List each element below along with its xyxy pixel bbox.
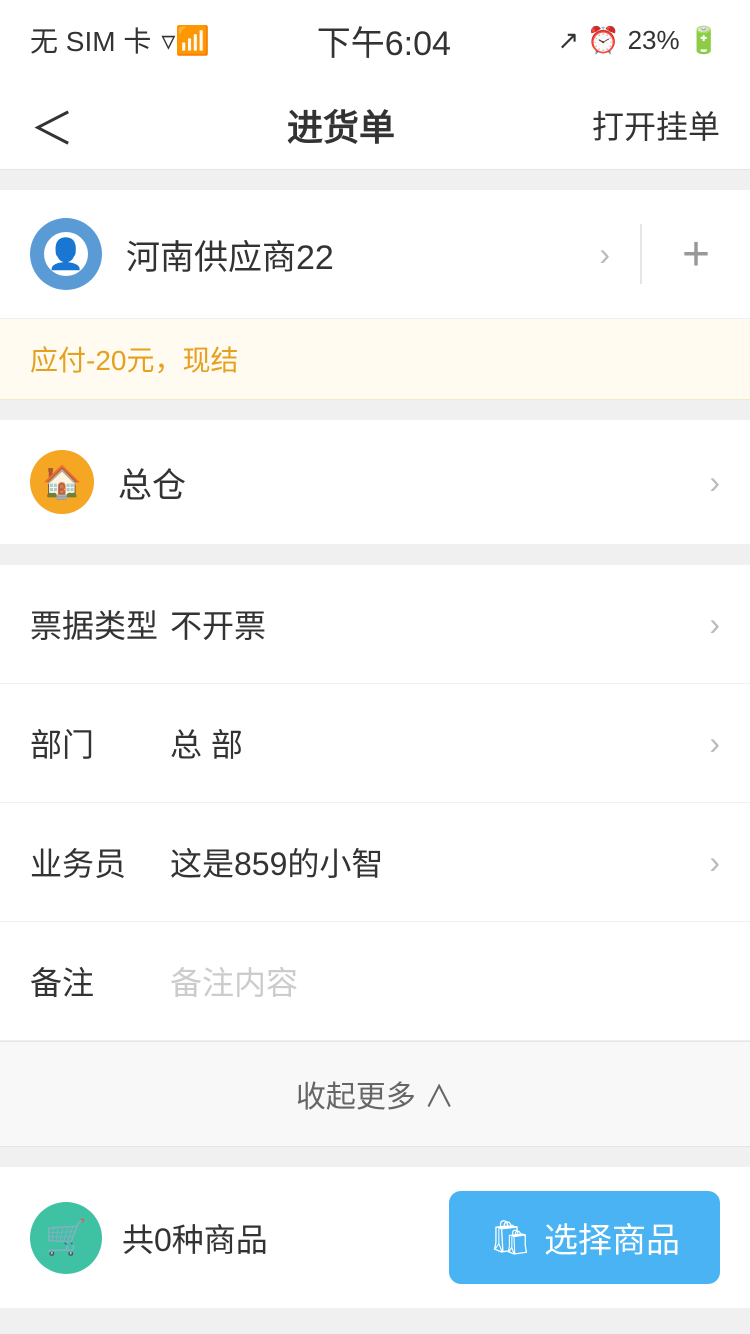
status-right: ↗ ⏰ 23% 🔋 — [557, 25, 720, 56]
notice-text: 应付-20元，现结 — [30, 345, 238, 376]
chevron-right-icon-invoice: › — [709, 606, 720, 643]
back-button[interactable]: ＜ — [30, 93, 90, 157]
carrier-label: 无 SIM 卡 — [30, 20, 151, 60]
notice-banner: 应付-20元，现结 — [0, 319, 750, 400]
invoice-type-label: 票据类型 — [30, 601, 170, 647]
avatar-icon — [44, 232, 88, 276]
remark-row[interactable]: 备注 备注内容 — [0, 922, 750, 1041]
remark-placeholder[interactable]: 备注内容 — [170, 958, 720, 1004]
warehouse-icon: 🏠 — [30, 450, 94, 514]
chevron-right-icon-dept: › — [709, 725, 720, 762]
select-product-label: 选择商品 — [544, 1213, 680, 1262]
product-icon: 🛒 — [30, 1202, 102, 1274]
wifi-icon: ▿📶 — [161, 24, 210, 57]
status-left: 无 SIM 卡 ▿📶 — [30, 20, 210, 60]
supplier-divider — [640, 224, 642, 284]
supplier-row[interactable]: 河南供应商22 › + — [0, 190, 750, 319]
collapse-button[interactable]: 收起更多 ∧ — [0, 1041, 750, 1147]
product-count: 共0种商品 — [122, 1215, 449, 1261]
location-icon: ↗ — [557, 25, 579, 56]
select-product-button[interactable]: 🛍 选择商品 — [449, 1191, 720, 1284]
section-gap-2 — [0, 400, 750, 420]
add-supplier-button[interactable]: + — [672, 227, 720, 282]
chevron-right-icon-warehouse: › — [709, 464, 720, 501]
warehouse-row[interactable]: 🏠 总仓 › — [0, 420, 750, 545]
battery-label: 23% — [628, 25, 680, 56]
open-pending-button[interactable]: 打开挂单 — [592, 102, 720, 148]
chevron-right-icon: › — [599, 236, 610, 273]
salesperson-value: 这是859的小智 — [170, 839, 699, 885]
select-product-icon: 🛍 — [489, 1218, 532, 1258]
page-title: 进货单 — [287, 99, 395, 151]
salesperson-row[interactable]: 业务员 这是859的小智 › — [0, 803, 750, 922]
warehouse-name: 总仓 — [118, 458, 709, 507]
remark-label: 备注 — [30, 958, 170, 1004]
chevron-right-icon-sales: › — [709, 844, 720, 881]
invoice-type-value: 不开票 — [170, 601, 699, 647]
section-gap-3 — [0, 545, 750, 565]
supplier-name: 河南供应商22 — [126, 230, 599, 279]
section-gap-1 — [0, 170, 750, 190]
department-row[interactable]: 部门 总 部 › — [0, 684, 750, 803]
battery-icon: 🔋 — [688, 25, 720, 56]
department-value: 总 部 — [170, 720, 699, 766]
invoice-type-row[interactable]: 票据类型 不开票 › — [0, 565, 750, 684]
alarm-icon: ⏰ — [587, 25, 619, 56]
nav-bar: ＜ 进货单 打开挂单 — [0, 80, 750, 170]
department-label: 部门 — [30, 720, 170, 766]
supplier-avatar — [30, 218, 102, 290]
product-bar: 🛒 共0种商品 🛍 选择商品 — [0, 1167, 750, 1308]
status-time: 下午6:04 — [317, 16, 451, 65]
status-bar: 无 SIM 卡 ▿📶 下午6:04 ↗ ⏰ 23% 🔋 — [0, 0, 750, 80]
salesperson-label: 业务员 — [30, 839, 170, 885]
